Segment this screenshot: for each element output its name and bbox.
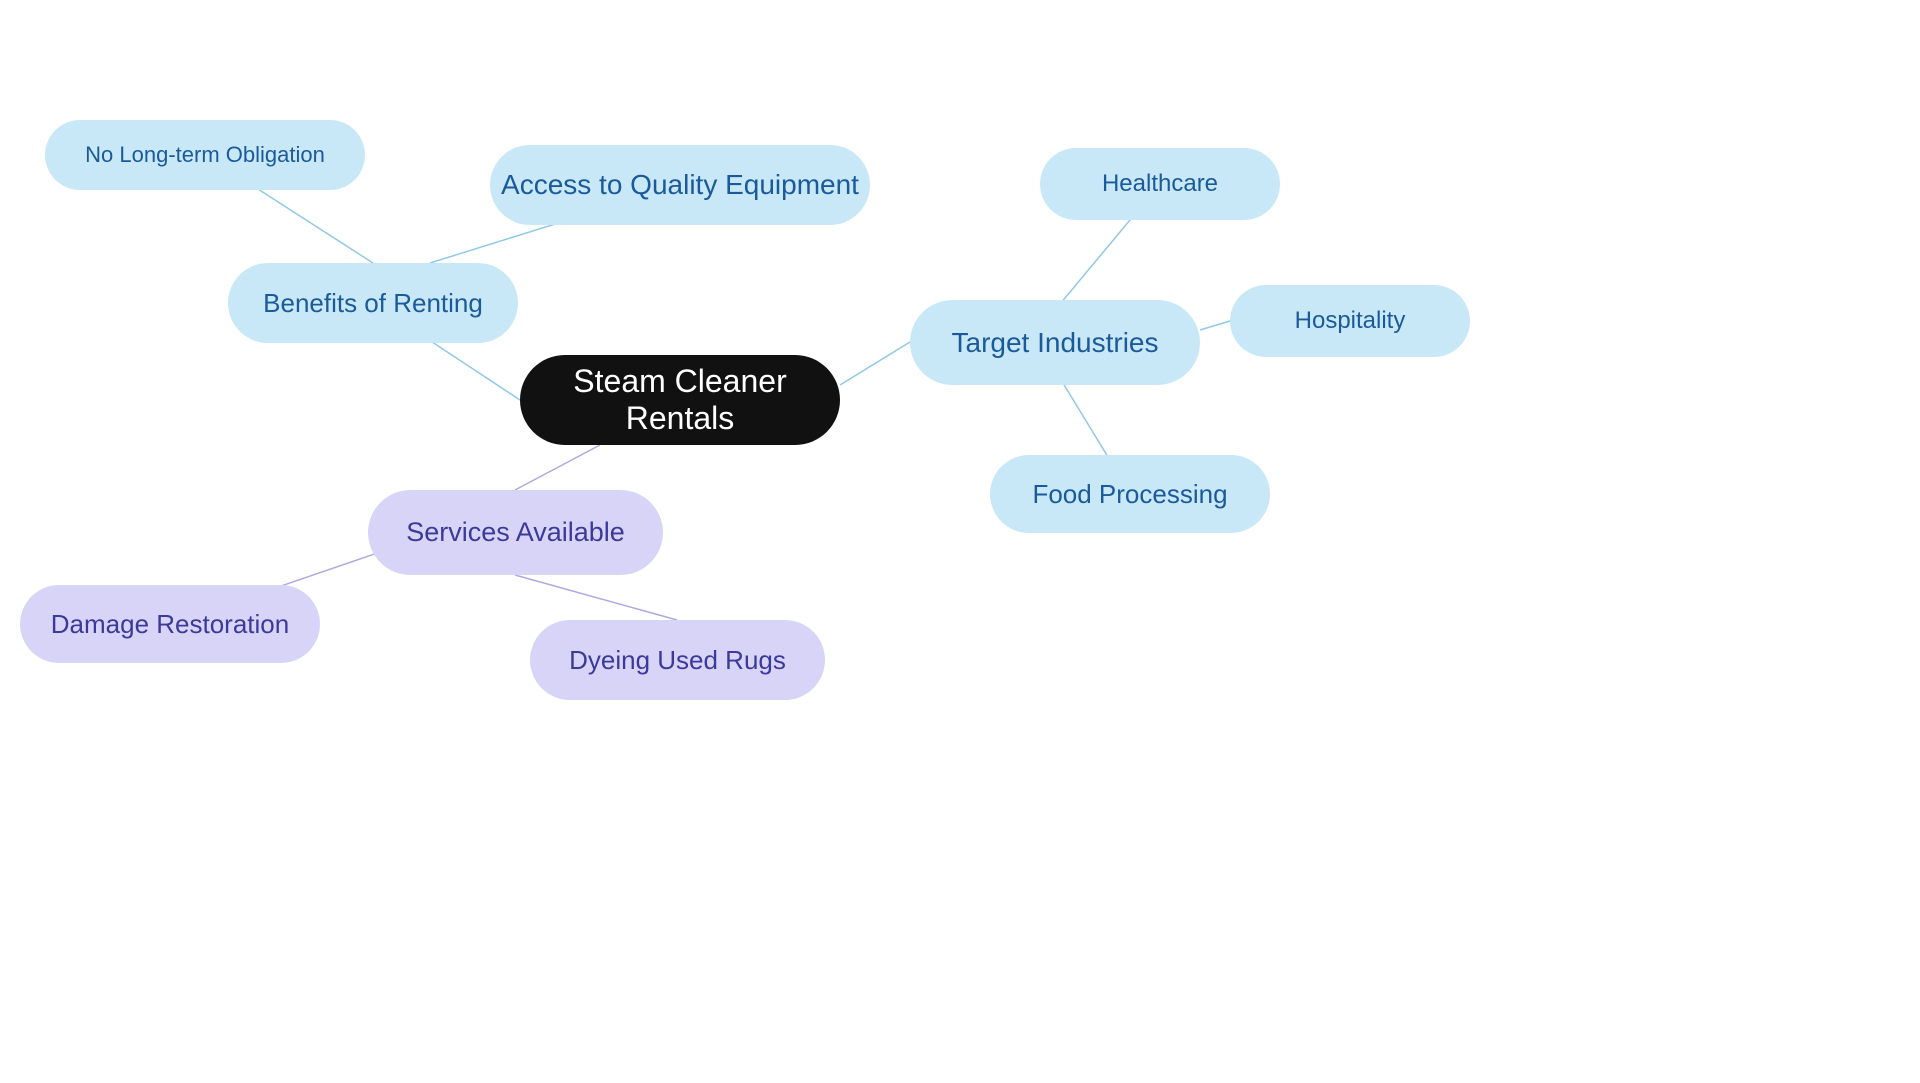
quality-equipment-node: Access to Quality Equipment xyxy=(490,145,870,225)
center-node: Steam Cleaner Rentals xyxy=(520,355,840,445)
food-processing-node: Food Processing xyxy=(990,455,1270,533)
healthcare-node: Healthcare xyxy=(1040,148,1280,220)
services-available-node: Services Available xyxy=(368,490,663,575)
benefits-node: Benefits of Renting xyxy=(228,263,518,343)
hospitality-node: Hospitality xyxy=(1230,285,1470,357)
damage-restoration-node: Damage Restoration xyxy=(20,585,320,663)
dyeing-rugs-node: Dyeing Used Rugs xyxy=(530,620,825,700)
no-obligation-node: No Long-term Obligation xyxy=(45,120,365,190)
target-industries-node: Target Industries xyxy=(910,300,1200,385)
